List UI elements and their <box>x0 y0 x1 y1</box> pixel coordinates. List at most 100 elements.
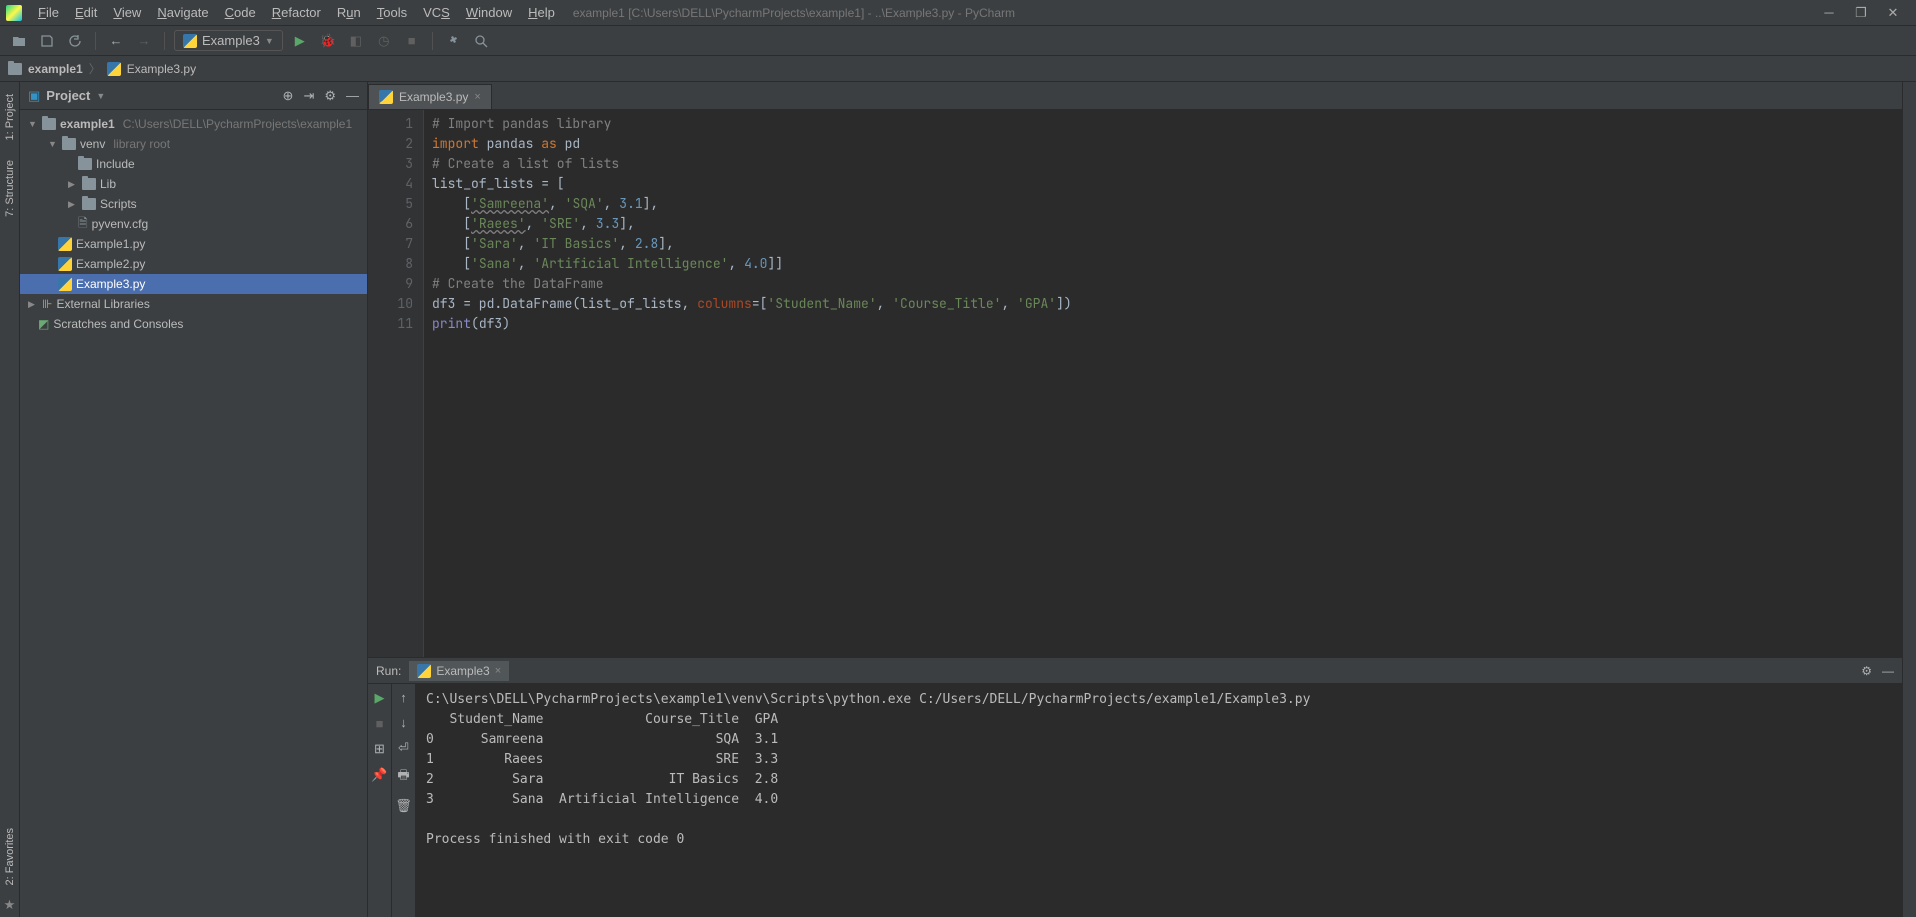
menu-navigate[interactable]: Navigate <box>149 2 216 23</box>
gear-icon[interactable]: ⚙ <box>1861 664 1872 678</box>
trash-icon[interactable]: 🗑 <box>395 798 412 814</box>
breadcrumb-project[interactable]: example1 <box>28 62 83 76</box>
tree-pyvenv[interactable]: 🗎 pyvenv.cfg <box>20 214 367 234</box>
library-icon: ⊪ <box>42 297 52 311</box>
debug-icon[interactable]: 🐞 <box>317 30 339 52</box>
settings-icon[interactable] <box>442 30 464 52</box>
menu-tools[interactable]: Tools <box>369 2 415 23</box>
collapse-icon[interactable]: ⇥ <box>303 88 314 104</box>
chevron-down-icon[interactable]: ▼ <box>96 91 105 101</box>
folder-icon <box>62 138 76 150</box>
chevron-right-icon[interactable]: ▶ <box>68 179 78 190</box>
tree-include[interactable]: Include <box>20 154 367 174</box>
python-icon <box>58 257 72 271</box>
gear-icon[interactable]: ⚙ <box>324 88 336 104</box>
run-config-name: Example3 <box>202 33 260 48</box>
pin-icon[interactable]: 📌 <box>371 767 387 783</box>
panel-title[interactable]: Project <box>46 88 90 103</box>
tree-example2[interactable]: Example2.py <box>20 254 367 274</box>
chevron-down-icon[interactable]: ▼ <box>28 119 38 129</box>
editor-tabs: Example3.py × <box>368 82 1902 110</box>
menu-vcs[interactable]: VCS <box>415 2 458 23</box>
breadcrumb-sep: 〉 <box>89 60 101 77</box>
menu-view[interactable]: View <box>105 2 149 23</box>
run-tab-example3[interactable]: Example3 × <box>409 661 509 681</box>
back-icon[interactable]: ← <box>105 30 127 52</box>
open-icon[interactable] <box>8 30 30 52</box>
minimize-icon[interactable]: ─ <box>1822 6 1836 20</box>
tab-label: Example3.py <box>399 90 468 104</box>
python-icon <box>379 90 393 104</box>
menu-refactor[interactable]: Refactor <box>264 2 329 23</box>
editor-tab-example3[interactable]: Example3.py × <box>368 84 492 109</box>
python-icon <box>417 664 431 678</box>
folder-icon <box>8 63 22 75</box>
window-title: example1 [C:\Users\DELL\PycharmProjects\… <box>573 6 1015 20</box>
menu-file[interactable]: File <box>30 2 67 23</box>
profile-icon[interactable]: ◷ <box>373 30 395 52</box>
run-label: Run: <box>376 664 401 678</box>
python-icon <box>58 277 72 291</box>
file-icon: 🗎 <box>78 214 88 235</box>
close-tab-icon[interactable]: × <box>495 665 501 677</box>
close-icon[interactable]: ✕ <box>1886 6 1900 20</box>
menu-help[interactable]: Help <box>520 2 563 23</box>
forward-icon[interactable]: → <box>133 30 155 52</box>
folder-icon <box>78 158 92 170</box>
menu-run[interactable]: Run <box>329 2 369 23</box>
stop-icon[interactable]: ■ <box>376 716 384 731</box>
locate-icon[interactable]: ⊕ <box>283 88 294 104</box>
chevron-right-icon[interactable]: ▶ <box>68 199 78 210</box>
console-output[interactable]: C:\Users\DELL\PycharmProjects\example1\v… <box>416 684 1902 917</box>
tree-root[interactable]: ▼ example1 C:\Users\DELL\PycharmProjects… <box>20 114 367 134</box>
search-icon[interactable] <box>470 30 492 52</box>
hide-icon[interactable]: — <box>346 88 359 104</box>
tree-scratches[interactable]: ◩ Scratches and Consoles <box>20 314 367 334</box>
rerun-icon[interactable]: ▶ <box>375 690 385 706</box>
editor-area: Example3.py × 1234567891011 # Import pan… <box>368 82 1902 657</box>
python-icon <box>183 34 197 48</box>
chevron-right-icon[interactable]: ▶ <box>28 299 38 310</box>
chevron-down-icon: ▼ <box>265 36 274 46</box>
sidetab-structure[interactable]: 7: Structure <box>2 152 18 225</box>
line-gutter: 1234567891011 <box>368 110 424 657</box>
wrap-icon[interactable]: ⏎ <box>398 740 409 756</box>
folder-icon <box>82 178 96 190</box>
run-panel: Run: Example3 × ⚙ — ▶ ■ ⊞ 📌 <box>368 657 1902 917</box>
run-config-selector[interactable]: Example3 ▼ <box>174 30 283 51</box>
down-icon[interactable]: ↓ <box>400 715 407 730</box>
run-toolbar-right: ↑ ↓ ⏎ 🖶 🗑 <box>392 684 416 917</box>
stop-icon[interactable]: ■ <box>401 30 423 52</box>
sidetab-project[interactable]: 1: Project <box>2 86 18 148</box>
sidetab-favorites[interactable]: 2: Favorites <box>2 820 18 893</box>
save-icon[interactable] <box>36 30 58 52</box>
up-icon[interactable]: ↑ <box>400 690 407 705</box>
tree-lib[interactable]: ▶ Lib <box>20 174 367 194</box>
tree-example3[interactable]: Example3.py <box>20 274 367 294</box>
tree-external-libraries[interactable]: ▶ ⊪ External Libraries <box>20 294 367 314</box>
folder-icon <box>42 118 56 130</box>
print-icon[interactable]: 🖶 <box>397 766 409 788</box>
maximize-icon[interactable]: ❐ <box>1854 6 1868 20</box>
coverage-icon[interactable]: ◧ <box>345 30 367 52</box>
code-editor[interactable]: 1234567891011 # Import pandas library im… <box>368 110 1902 657</box>
python-icon <box>107 62 121 76</box>
menu-window[interactable]: Window <box>458 2 520 23</box>
menu-code[interactable]: Code <box>217 2 264 23</box>
menu-edit[interactable]: Edit <box>67 2 105 23</box>
breadcrumb-file[interactable]: Example3.py <box>127 62 196 76</box>
close-tab-icon[interactable]: × <box>474 91 480 103</box>
layout-icon[interactable]: ⊞ <box>374 741 385 757</box>
star-icon[interactable]: ★ <box>4 893 16 917</box>
refresh-icon[interactable] <box>64 30 86 52</box>
right-side-gutter <box>1902 82 1916 917</box>
chevron-down-icon[interactable]: ▼ <box>48 139 58 149</box>
hide-icon[interactable]: — <box>1882 664 1894 678</box>
run-icon[interactable]: ▶ <box>289 30 311 52</box>
left-side-tabs: 1: Project 7: Structure 2: Favorites ★ <box>0 82 20 917</box>
tree-scripts[interactable]: ▶ Scripts <box>20 194 367 214</box>
run-toolbar-left: ▶ ■ ⊞ 📌 <box>368 684 392 917</box>
tree-venv[interactable]: ▼ venv library root <box>20 134 367 154</box>
code-content[interactable]: # Import pandas library import pandas as… <box>424 110 1080 657</box>
tree-example1[interactable]: Example1.py <box>20 234 367 254</box>
